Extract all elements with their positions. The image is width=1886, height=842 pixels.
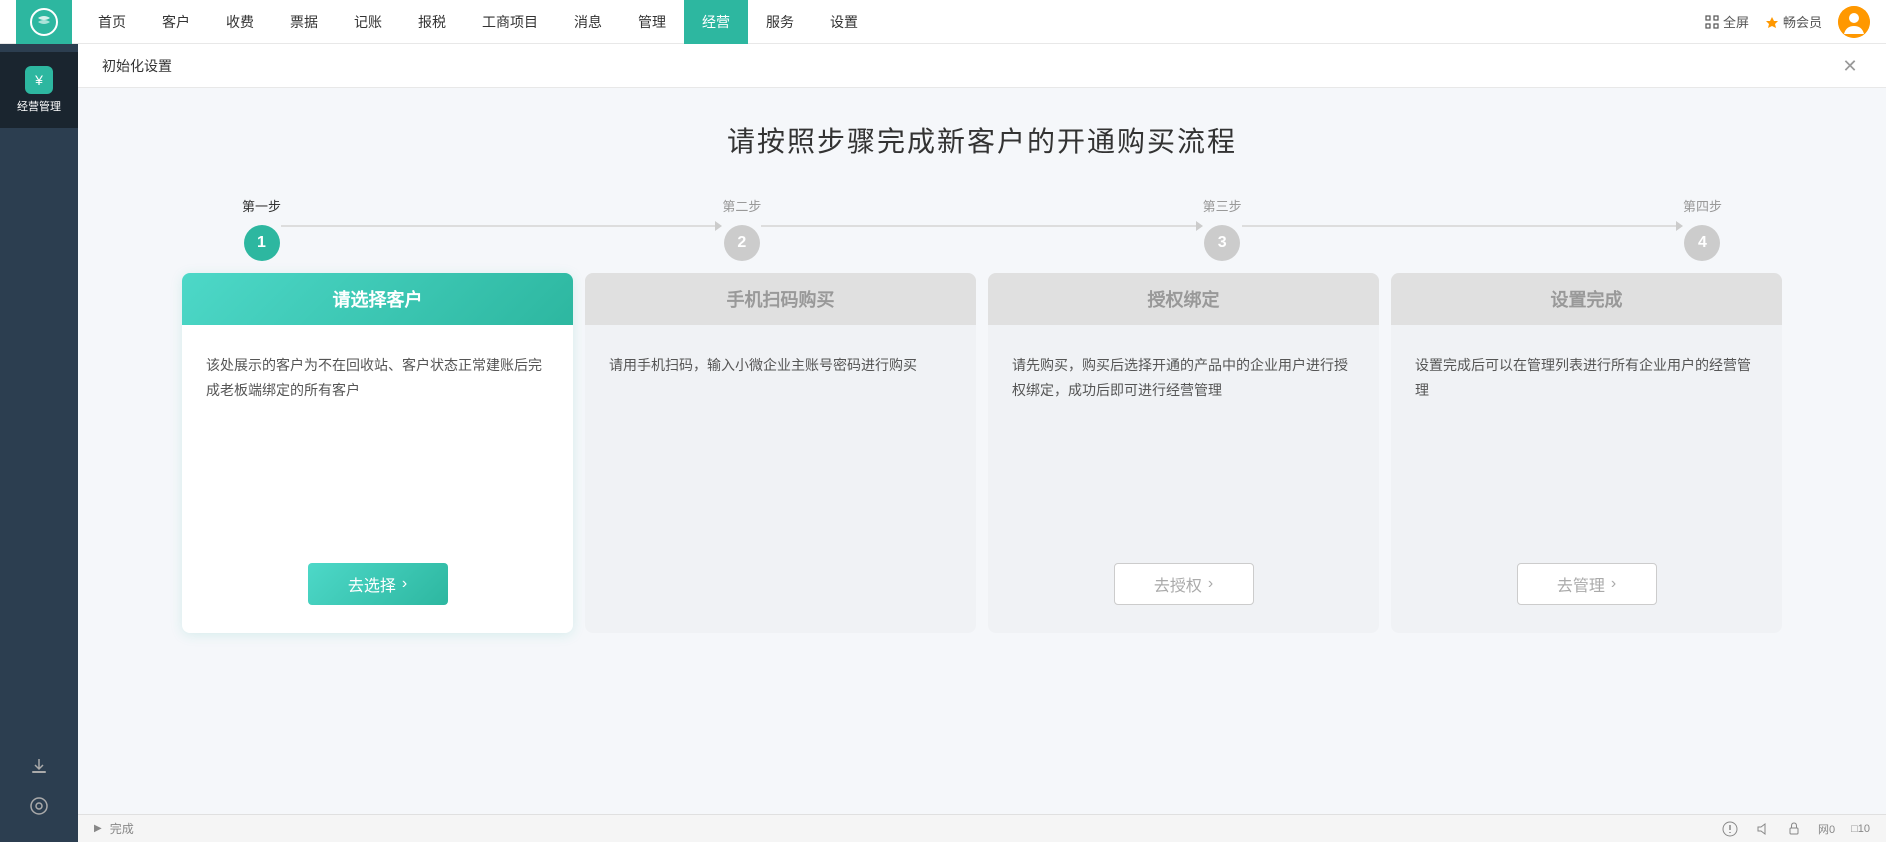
go-auth-arrow: › xyxy=(1208,575,1213,593)
step-4-label: 第四步 xyxy=(1683,196,1722,215)
card-3-body: 请先购买，购买后选择开通的产品中的企业用户进行授权绑定，成功后即可进行经营管理 xyxy=(988,325,1379,547)
nav-menu: 首页 客户 收费 票据 记账 报税 工商项目 消息 管理 经营 服务 设置 xyxy=(80,0,1705,44)
card-2-footer xyxy=(585,589,976,633)
go-auth-button[interactable]: 去授权 › xyxy=(1114,563,1254,605)
sidebar-item-operation[interactable]: ¥ 经营管理 xyxy=(0,52,78,128)
step-node-1: 第一步 1 xyxy=(242,196,281,261)
nav-service[interactable]: 服务 xyxy=(748,0,812,44)
connector-1-2 xyxy=(281,221,722,231)
status-bar-right: 网0 □10 xyxy=(1722,821,1870,837)
nav-billing[interactable]: 收费 xyxy=(208,0,272,44)
status-bar: ▶ 完成 网0 □10 xyxy=(78,814,1886,842)
step-4-bubble: 4 xyxy=(1684,225,1720,261)
nav-operation[interactable]: 经营 xyxy=(684,0,748,44)
sidebar-support[interactable] xyxy=(0,786,78,826)
network-status: 网0 xyxy=(1818,821,1835,837)
connector-2-3 xyxy=(761,221,1202,231)
nav-customer[interactable]: 客户 xyxy=(144,0,208,44)
go-manage-arrow: › xyxy=(1611,575,1616,593)
step-3-label: 第三步 xyxy=(1203,196,1242,215)
fullscreen-label: 全屏 xyxy=(1723,12,1749,31)
nav-settings[interactable]: 设置 xyxy=(812,0,876,44)
content-area: 请按照步骤完成新客户的开通购买流程 第一步 1 第二步 2 xyxy=(78,88,1886,814)
card-2-header: 手机扫码购买 xyxy=(585,273,976,325)
main-layout: ¥ 经营管理 初始化设置 ✕ 请按照步骤完成新客户的开通购买流程 xyxy=(0,44,1886,842)
breadcrumb: 初始化设置 xyxy=(102,44,172,88)
go-select-button[interactable]: 去选择 › xyxy=(308,563,448,605)
step-node-2: 第二步 2 xyxy=(722,196,761,261)
app-logo xyxy=(16,0,72,44)
step-card-3: 授权绑定 请先购买，购买后选择开通的产品中的企业用户进行授权绑定，成功后即可进行… xyxy=(988,273,1379,633)
breadcrumb-bar: 初始化设置 ✕ xyxy=(78,44,1886,88)
go-select-label: 去选择 xyxy=(348,572,396,596)
lock-icon xyxy=(1786,821,1802,837)
sidebar-item-label: 经营管理 xyxy=(17,98,61,114)
member-label: 畅会员 xyxy=(1783,12,1822,31)
nav-invoice[interactable]: 票据 xyxy=(272,0,336,44)
go-manage-button[interactable]: 去管理 › xyxy=(1517,563,1657,605)
step-card-4: 设置完成 设置完成后可以在管理列表进行所有企业用户的经营管理 去管理 › xyxy=(1391,273,1782,633)
cpu-status: □10 xyxy=(1851,823,1870,835)
sidebar-download[interactable] xyxy=(0,746,78,786)
close-button[interactable]: ✕ xyxy=(1838,54,1862,78)
nav-tax[interactable]: 报税 xyxy=(400,0,464,44)
status-text: 完成 xyxy=(110,820,134,837)
fullscreen-button[interactable]: 全屏 xyxy=(1705,12,1749,31)
step-card-2: 手机扫码购买 请用手机扫码，输入小微企业主账号密码进行购买 xyxy=(585,273,976,633)
go-auth-label: 去授权 xyxy=(1154,572,1202,596)
step-3-bubble: 3 xyxy=(1204,225,1240,261)
play-icon: ▶ xyxy=(94,823,102,834)
card-4-footer: 去管理 › xyxy=(1391,547,1782,633)
card-1-header: 请选择客户 xyxy=(182,273,573,325)
steps-visual: 第一步 1 第二步 2 xyxy=(182,196,1782,261)
main-content: 初始化设置 ✕ 请按照步骤完成新客户的开通购买流程 第一步 1 xyxy=(78,44,1886,842)
shield-icon xyxy=(1722,821,1738,837)
cards-row: 请选择客户 该处展示的客户为不在回收站、客户状态正常建账后完成老板端绑定的所有客… xyxy=(182,273,1782,633)
step-2-label: 第二步 xyxy=(722,196,761,215)
top-navigation: 首页 客户 收费 票据 记账 报税 工商项目 消息 管理 经营 服务 设置 全屏… xyxy=(0,0,1886,44)
step-card-1: 请选择客户 该处展示的客户为不在回收站、客户状态正常建账后完成老板端绑定的所有客… xyxy=(182,273,573,633)
go-manage-label: 去管理 xyxy=(1557,572,1605,596)
step-node-4: 第四步 4 xyxy=(1683,196,1722,261)
card-1-footer: 去选择 › xyxy=(182,547,573,633)
nav-right-area: 全屏 畅会员 xyxy=(1705,6,1870,38)
connector-3-4 xyxy=(1242,221,1683,231)
nav-accounting[interactable]: 记账 xyxy=(336,0,400,44)
card-3-footer: 去授权 › xyxy=(988,547,1379,633)
sidebar: ¥ 经营管理 xyxy=(0,44,78,842)
sidebar-bottom xyxy=(0,746,78,842)
card-1-body: 该处展示的客户为不在回收站、客户状态正常建账后完成老板端绑定的所有客户 xyxy=(182,325,573,547)
card-4-body: 设置完成后可以在管理列表进行所有企业用户的经营管理 xyxy=(1391,325,1782,547)
nav-home[interactable]: 首页 xyxy=(80,0,144,44)
go-select-arrow: › xyxy=(402,575,407,593)
nav-business[interactable]: 工商项目 xyxy=(464,0,556,44)
user-avatar[interactable] xyxy=(1838,6,1870,38)
operation-icon: ¥ xyxy=(25,66,53,94)
member-button[interactable]: 畅会员 xyxy=(1765,12,1822,31)
step-2-bubble: 2 xyxy=(724,225,760,261)
card-2-body: 请用手机扫码，输入小微企业主账号密码进行购买 xyxy=(585,325,976,589)
page-title: 请按照步骤完成新客户的开通购买流程 xyxy=(727,120,1237,160)
nav-manage[interactable]: 管理 xyxy=(620,0,684,44)
nav-message[interactable]: 消息 xyxy=(556,0,620,44)
card-4-header: 设置完成 xyxy=(1391,273,1782,325)
sound-icon xyxy=(1754,821,1770,837)
step-1-bubble: 1 xyxy=(244,225,280,261)
card-3-header: 授权绑定 xyxy=(988,273,1379,325)
step-node-3: 第三步 3 xyxy=(1203,196,1242,261)
step-1-label: 第一步 xyxy=(242,196,281,215)
